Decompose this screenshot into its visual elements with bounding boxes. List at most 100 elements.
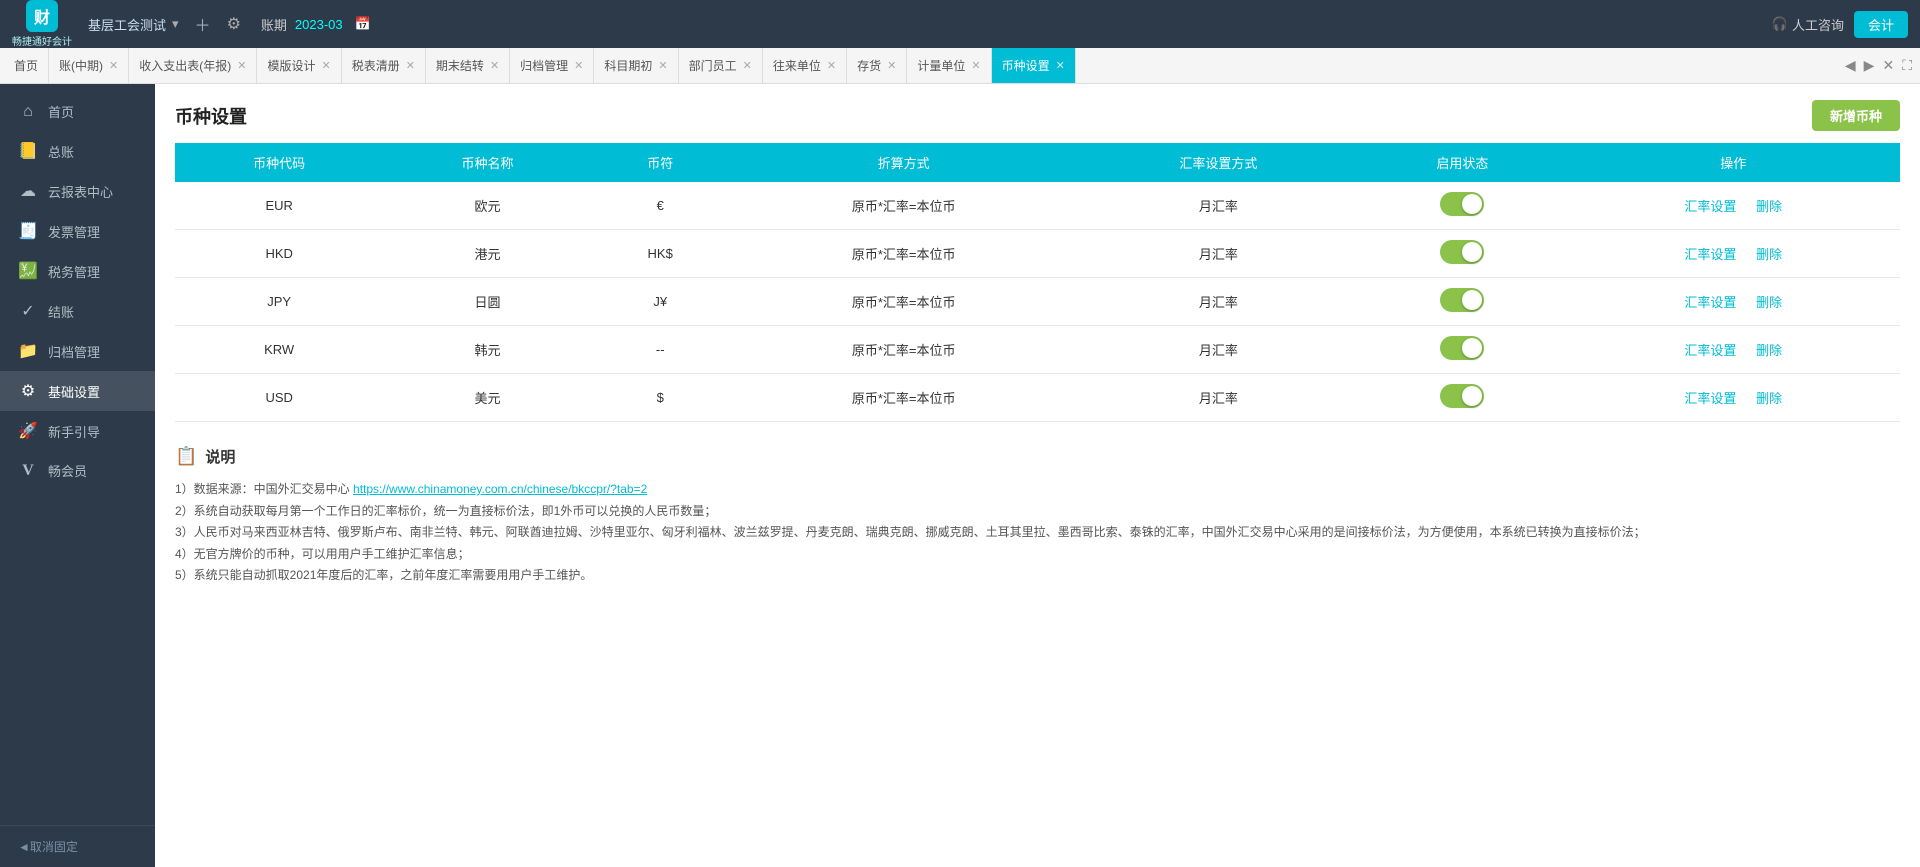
close-icon[interactable]: ✕ — [406, 59, 415, 72]
cell-status[interactable] — [1358, 230, 1566, 278]
sidebar-item-archive[interactable]: 📁 归档管理 — [0, 331, 155, 371]
tab-subjects[interactable]: 科目期初 ✕ — [594, 48, 678, 84]
cell-status[interactable] — [1358, 374, 1566, 422]
cell-status[interactable] — [1358, 278, 1566, 326]
invoice-icon: 🧾 — [18, 221, 38, 241]
delete-link[interactable]: 删除 — [1756, 391, 1782, 406]
cell-symbol: € — [592, 182, 729, 230]
close-icon[interactable]: ✕ — [237, 59, 246, 72]
headphone-icon: 🎧 — [1772, 16, 1788, 32]
archive-icon: 📁 — [18, 341, 38, 361]
settings-icon-button[interactable]: ⚙ — [223, 10, 245, 38]
delete-link[interactable]: 删除 — [1756, 247, 1782, 262]
sidebar-item-label: 首页 — [48, 102, 74, 121]
help-label: 人工咨询 — [1792, 15, 1844, 34]
cell-status[interactable] — [1358, 182, 1566, 230]
main-layout: ⌂ 首页 📒 总账 ☁ 云报表中心 🧾 发票管理 💹 税务管理 ✓ 结账 📁 归… — [0, 84, 1920, 867]
header-actions: ＋ ⚙ 账期 2023-03 📅 — [191, 8, 371, 40]
tab-income[interactable]: 收入支出表(年报) ✕ — [129, 48, 257, 84]
cell-status[interactable] — [1358, 326, 1566, 374]
note-item: 4）无官方牌价的币种，可以用用户手工维护汇率信息； — [175, 544, 1900, 566]
close-icon[interactable]: ✕ — [887, 59, 896, 72]
rate-setting-link[interactable]: 汇率设置 — [1684, 247, 1736, 262]
tab-unit[interactable]: 计量单位 ✕ — [907, 48, 991, 84]
sidebar-item-label: 归档管理 — [48, 342, 100, 361]
toggle-switch[interactable] — [1440, 192, 1484, 216]
close-icon[interactable]: ✕ — [743, 59, 752, 72]
sidebar-item-guide[interactable]: 🚀 新手引导 — [0, 411, 155, 451]
sidebar-item-ledger[interactable]: 📒 总账 — [0, 131, 155, 171]
tab-archive[interactable]: 归档管理 ✕ — [510, 48, 594, 84]
sidebar-item-home[interactable]: ⌂ 首页 — [0, 92, 155, 131]
calendar-icon[interactable]: 📅 — [355, 16, 371, 32]
cell-calc: 原币*汇率=本位币 — [729, 374, 1079, 422]
company-name: 基层工会测试 — [88, 15, 166, 34]
sidebar-item-label: 畅会员 — [48, 461, 87, 480]
close-icon[interactable]: ✕ — [1056, 59, 1065, 72]
app-logo-icon: 财 — [26, 0, 58, 32]
cell-calc: 原币*汇率=本位币 — [729, 278, 1079, 326]
toggle-switch[interactable] — [1440, 384, 1484, 408]
notes-section: 📋 说明 1）数据来源：中国外汇交易中心 https://www.chinamo… — [155, 422, 1920, 611]
tab-tax[interactable]: 税表清册 ✕ — [342, 48, 426, 84]
tab-customers[interactable]: 往来单位 ✕ — [763, 48, 847, 84]
sidebar-item-tax[interactable]: 💹 税务管理 — [0, 251, 155, 291]
tab-close-all-button[interactable]: ✕ — [1878, 57, 1898, 74]
sidebar-item-reports[interactable]: ☁ 云报表中心 — [0, 171, 155, 211]
close-icon[interactable]: ✕ — [321, 59, 330, 72]
rate-setting-link[interactable]: 汇率设置 — [1684, 295, 1736, 310]
tab-dept[interactable]: 部门员工 ✕ — [679, 48, 763, 84]
new-currency-button[interactable]: 新增币种 — [1812, 100, 1900, 131]
notes-link[interactable]: https://www.chinamoney.com.cn/chinese/bk… — [353, 482, 647, 496]
tab-currency[interactable]: 币种设置 ✕ — [992, 48, 1076, 84]
tab-template[interactable]: 模版设计 ✕ — [257, 48, 341, 84]
help-button[interactable]: 🎧 人工咨询 — [1772, 15, 1844, 34]
cell-name: 美元 — [383, 374, 591, 422]
table-row: KRW 韩元 -- 原币*汇率=本位币 月汇率 汇率设置 删除 — [175, 326, 1900, 374]
sidebar: ⌂ 首页 📒 总账 ☁ 云报表中心 🧾 发票管理 💹 税务管理 ✓ 结账 📁 归… — [0, 84, 155, 867]
sidebar-item-settle[interactable]: ✓ 结账 — [0, 291, 155, 331]
home-icon: ⌂ — [18, 103, 38, 121]
close-icon[interactable]: ✕ — [490, 59, 499, 72]
cell-actions: 汇率设置 删除 — [1567, 326, 1900, 374]
delete-link[interactable]: 删除 — [1756, 343, 1782, 358]
tab-prev-button[interactable]: ◀ — [1841, 57, 1860, 74]
tab-zhangqi[interactable]: 账(中期) ✕ — [49, 48, 129, 84]
sidebar-item-settings[interactable]: ⚙ 基础设置 — [0, 371, 155, 411]
company-selector[interactable]: 基层工会测试 ▾ — [88, 15, 179, 34]
tab-expand-button[interactable]: ⛶ — [1898, 57, 1916, 74]
close-icon[interactable]: ✕ — [658, 59, 667, 72]
account-button[interactable]: 会计 — [1854, 11, 1908, 38]
close-icon[interactable]: ✕ — [827, 59, 836, 72]
close-icon[interactable]: ✕ — [574, 59, 583, 72]
close-icon[interactable]: ✕ — [971, 59, 980, 72]
tab-home[interactable]: 首页 — [4, 48, 49, 84]
sidebar-pin-button[interactable]: ◄取消固定 — [0, 825, 155, 867]
delete-link[interactable]: 删除 — [1756, 199, 1782, 214]
close-icon[interactable]: ✕ — [109, 59, 118, 72]
col-header-name: 币种名称 — [383, 143, 591, 182]
rate-setting-link[interactable]: 汇率设置 — [1684, 343, 1736, 358]
col-header-symbol: 币符 — [592, 143, 729, 182]
toggle-switch[interactable] — [1440, 240, 1484, 264]
delete-link[interactable]: 删除 — [1756, 295, 1782, 310]
rate-setting-link[interactable]: 汇率设置 — [1684, 391, 1736, 406]
tab-inventory[interactable]: 存货 ✕ — [847, 48, 907, 84]
cell-symbol: HK$ — [592, 230, 729, 278]
col-header-calc: 折算方式 — [729, 143, 1079, 182]
page-title: 币种设置 — [175, 103, 247, 129]
cell-calc: 原币*汇率=本位币 — [729, 230, 1079, 278]
rate-setting-link[interactable]: 汇率设置 — [1684, 199, 1736, 214]
sidebar-item-invoice[interactable]: 🧾 发票管理 — [0, 211, 155, 251]
sidebar-item-member[interactable]: V 畅会员 — [0, 451, 155, 490]
tab-period-end[interactable]: 期末结转 ✕ — [426, 48, 510, 84]
add-tab-button[interactable]: ＋ — [191, 8, 215, 40]
toggle-switch[interactable] — [1440, 288, 1484, 312]
sidebar-item-label: 云报表中心 — [48, 182, 113, 201]
table-row: EUR 欧元 € 原币*汇率=本位币 月汇率 汇率设置 删除 — [175, 182, 1900, 230]
toggle-switch[interactable] — [1440, 336, 1484, 360]
note-item: 5）系统只能自动抓取2021年度后的汇率，之前年度汇率需要用用户手工维护。 — [175, 565, 1900, 587]
cell-actions: 汇率设置 删除 — [1567, 278, 1900, 326]
tab-next-button[interactable]: ▶ — [1860, 57, 1879, 74]
logo-area[interactable]: 财 畅捷通好会计 — [12, 0, 72, 48]
